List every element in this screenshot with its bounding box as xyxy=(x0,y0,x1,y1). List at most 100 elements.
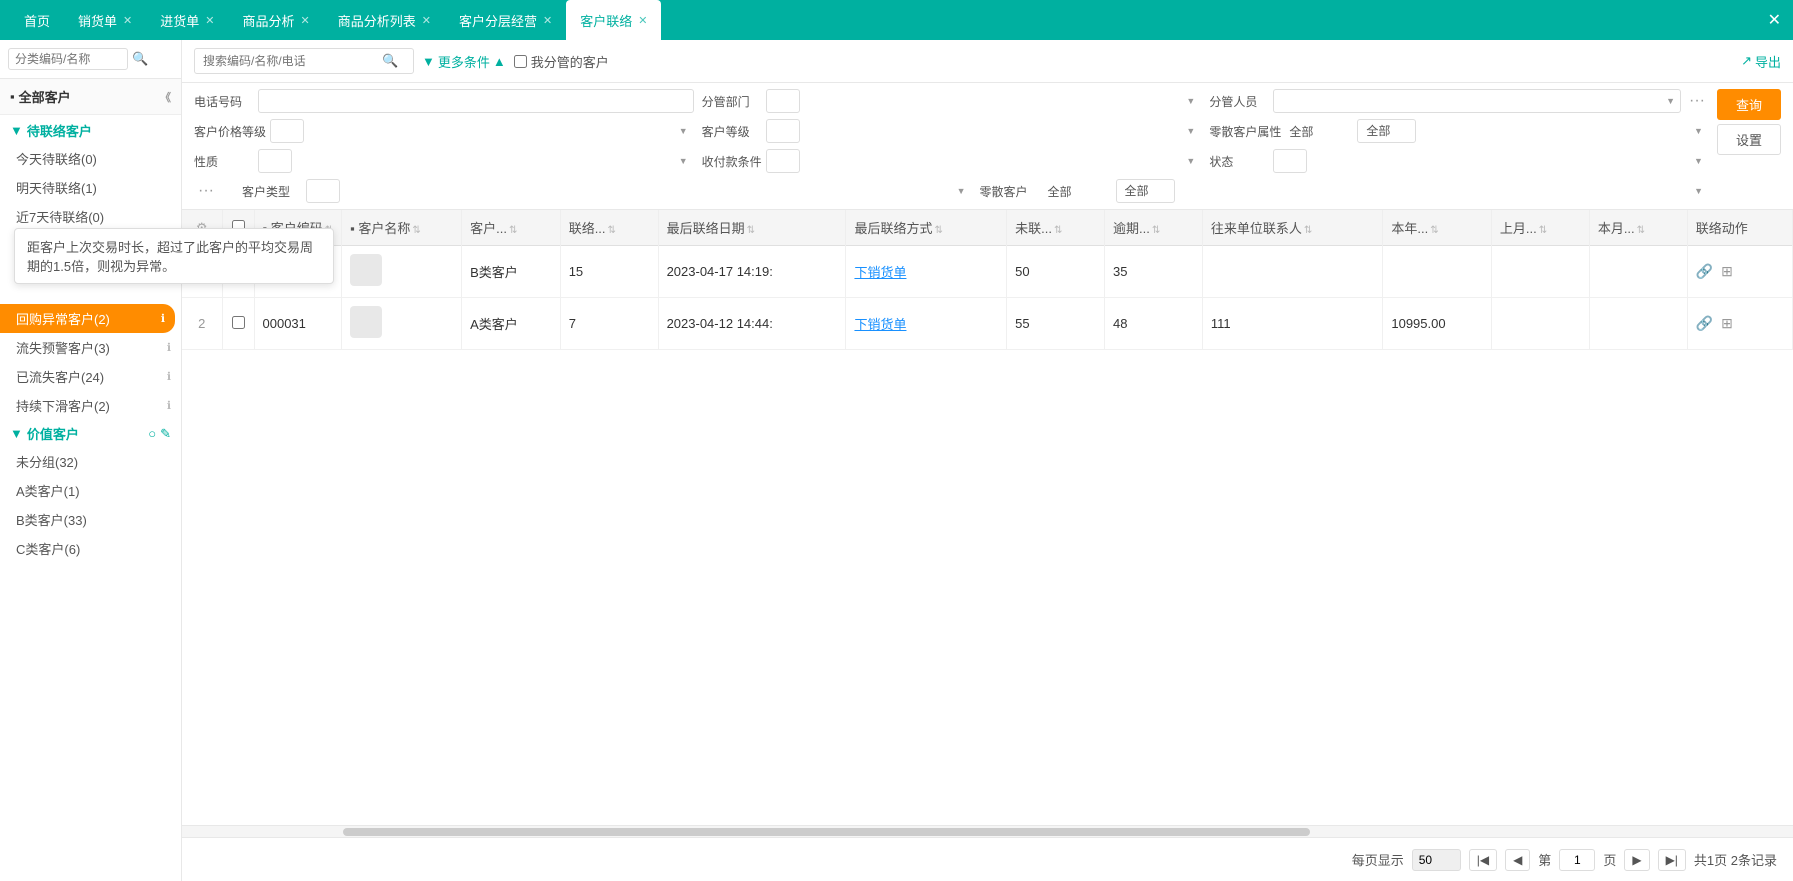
first-page-btn[interactable]: |◀ xyxy=(1469,849,1497,871)
filter-payment: 收付款条件 xyxy=(702,149,1202,173)
sidebar-search-icon[interactable]: 🔍 xyxy=(132,51,148,67)
row4-dots-btn[interactable]: ··· xyxy=(198,182,214,200)
person-dots-btn[interactable]: ··· xyxy=(1689,92,1705,110)
scrollbar-thumb[interactable] xyxy=(343,828,1310,836)
more-conditions-btn[interactable]: ▼ 更多条件 ▲ xyxy=(422,52,506,71)
cell-type-2: A类客户 xyxy=(462,298,561,350)
person-select[interactable] xyxy=(1273,89,1681,113)
sort-overdue-icon[interactable]: ⇅ xyxy=(1152,225,1160,236)
close-contact-icon[interactable]: ✕ xyxy=(638,14,647,27)
customer-type-select[interactable] xyxy=(306,179,340,203)
retail-customer-select[interactable]: 全部 xyxy=(1116,179,1175,203)
close-product-analysis-icon[interactable]: ✕ xyxy=(301,14,310,27)
nav-home[interactable]: 首页 xyxy=(10,0,64,40)
value-customers-edit-area: ○ ✎ xyxy=(148,426,171,442)
export-button[interactable]: ↗ 导出 xyxy=(1741,52,1781,71)
grid-icon-2[interactable]: ⊞ xyxy=(1721,315,1733,332)
close-sales-order-icon[interactable]: ✕ xyxy=(123,14,132,27)
phone-input[interactable] xyxy=(258,89,694,113)
sort-year-icon[interactable]: ⇅ xyxy=(1430,225,1438,236)
query-button[interactable]: 查询 xyxy=(1717,89,1781,120)
filter-nature: 性质 xyxy=(194,149,694,173)
main-layout: 🔍 ▪ 全部客户 《 ▼ 待联络客户 今天待联络(0) 明天待联络(1) 近7天… xyxy=(0,40,1793,881)
cell-person-2: 111 xyxy=(1202,298,1382,350)
total-label: 共1页 2条记录 xyxy=(1694,850,1777,869)
sort-contact-icon[interactable]: ⇅ xyxy=(608,225,616,236)
prev-page-btn[interactable]: ◀ xyxy=(1505,849,1530,871)
pending-contact-group[interactable]: ▼ 待联络客户 xyxy=(0,115,181,144)
th-actions: 联络动作 xyxy=(1687,210,1792,246)
retail-attr-select[interactable]: 全部 xyxy=(1357,119,1416,143)
sidebar-repurchase-abnormal[interactable]: 回购异常客户(2) ℹ xyxy=(0,304,175,333)
value-customers-expand-icon[interactable]: ▼ xyxy=(10,426,23,441)
sidebar-a-customers[interactable]: A类客户(1) xyxy=(0,476,181,505)
my-customers-checkbox[interactable] xyxy=(514,55,527,68)
sort-uncontacted-icon[interactable]: ⇅ xyxy=(1054,225,1062,236)
nav-purchase-order[interactable]: 进货单 ✕ xyxy=(146,0,228,40)
sidebar-declining[interactable]: 持续下滑客户(2) ℹ xyxy=(0,391,181,420)
status-select[interactable] xyxy=(1273,149,1307,173)
filter-dept: 分管部门 xyxy=(702,89,1202,113)
cell-contacts-2: 7 xyxy=(560,298,658,350)
sidebar-churn-warning[interactable]: 流失预警客户(3) ℹ xyxy=(0,333,181,362)
main-search-icon[interactable]: 🔍 xyxy=(382,53,398,69)
window-close-button[interactable]: ✕ xyxy=(1768,10,1781,30)
dept-select[interactable] xyxy=(766,89,800,113)
sidebar-today-contact[interactable]: 今天待联络(0) xyxy=(0,144,181,173)
sidebar-churned[interactable]: 已流失客户(24) ℹ xyxy=(0,362,181,391)
nav-customer-contact[interactable]: 客户联络 ✕ xyxy=(566,0,661,40)
info-icon-repurchase: ℹ xyxy=(161,312,165,325)
th-contact-person: 往来单位联系人⇅ xyxy=(1202,210,1382,246)
cell-overdue-2: 48 xyxy=(1105,298,1203,350)
customer-level-select[interactable] xyxy=(766,119,800,143)
nav-customer-segmentation[interactable]: 客户分层经营 ✕ xyxy=(445,0,566,40)
page-input[interactable] xyxy=(1559,849,1595,871)
price-level-select[interactable] xyxy=(270,119,304,143)
nav-sales-order[interactable]: 销货单 ✕ xyxy=(64,0,146,40)
horizontal-scrollbar[interactable] xyxy=(182,825,1793,837)
settings-button[interactable]: 设置 xyxy=(1717,124,1781,155)
cell-lastmonth-2 xyxy=(1491,298,1589,350)
page-size-select[interactable]: 50 20 100 xyxy=(1412,849,1461,871)
sidebar-c-customers[interactable]: C类客户(6) xyxy=(0,534,181,563)
filter-customer-level: 客户等级 xyxy=(702,119,1202,143)
next-page-btn[interactable]: ▶ xyxy=(1624,849,1649,871)
last-page-btn[interactable]: ▶| xyxy=(1658,849,1686,871)
edit-icon[interactable]: ✎ xyxy=(160,426,171,442)
all-customers-header[interactable]: ▪ 全部客户 《 xyxy=(0,79,181,115)
circle-icon[interactable]: ○ xyxy=(148,426,156,442)
sort-month-icon[interactable]: ⇅ xyxy=(1637,225,1645,236)
row2-checkbox[interactable] xyxy=(232,316,245,329)
sort-lastmonth-icon[interactable]: ⇅ xyxy=(1539,225,1547,236)
main-search-input[interactable] xyxy=(203,54,378,68)
sort-name-icon[interactable]: ⇅ xyxy=(412,225,420,236)
cell-overdue-1: 35 xyxy=(1105,246,1203,298)
last-method-link-1[interactable]: 下销货单 xyxy=(854,265,906,280)
sort-date-icon[interactable]: ⇅ xyxy=(747,225,755,236)
close-segmentation-icon[interactable]: ✕ xyxy=(543,14,552,27)
link-icon-1[interactable]: 🔗 xyxy=(1696,263,1713,280)
sidebar-collapse-btn[interactable]: 《 xyxy=(160,89,171,105)
sidebar-7days-contact[interactable]: 近7天待联络(0) xyxy=(0,202,181,231)
link-icon-2[interactable]: 🔗 xyxy=(1696,315,1713,332)
sidebar-b-customers[interactable]: B类客户(33) xyxy=(0,505,181,534)
sidebar-ungrouped[interactable]: 未分组(32) xyxy=(0,447,181,476)
grid-icon-1[interactable]: ⊞ xyxy=(1721,263,1733,280)
tooltip-box: 距客户上次交易时长，超过了此客户的平均交易周期的1.5倍，则视为异常。 xyxy=(14,228,182,284)
close-product-list-icon[interactable]: ✕ xyxy=(422,14,431,27)
sidebar-search-input[interactable] xyxy=(8,48,128,70)
nature-select[interactable] xyxy=(258,149,292,173)
sort-method-icon[interactable]: ⇅ xyxy=(934,225,942,236)
sidebar-tomorrow-contact[interactable]: 明天待联络(1) xyxy=(0,173,181,202)
th-customer-type: 客户...⇅ xyxy=(462,210,561,246)
nav-product-analysis[interactable]: 商品分析 ✕ xyxy=(228,0,323,40)
my-customers-check: 我分管的客户 xyxy=(514,52,609,71)
nav-product-analysis-list[interactable]: 商品分析列表 ✕ xyxy=(324,0,445,40)
th-this-year: 本年...⇅ xyxy=(1383,210,1492,246)
close-purchase-order-icon[interactable]: ✕ xyxy=(205,14,214,27)
sort-person-icon[interactable]: ⇅ xyxy=(1304,225,1312,236)
sort-type-icon[interactable]: ⇅ xyxy=(509,225,517,236)
th-overdue: 逾期...⇅ xyxy=(1105,210,1203,246)
last-method-link-2[interactable]: 下销货单 xyxy=(854,317,906,332)
payment-select[interactable] xyxy=(766,149,800,173)
